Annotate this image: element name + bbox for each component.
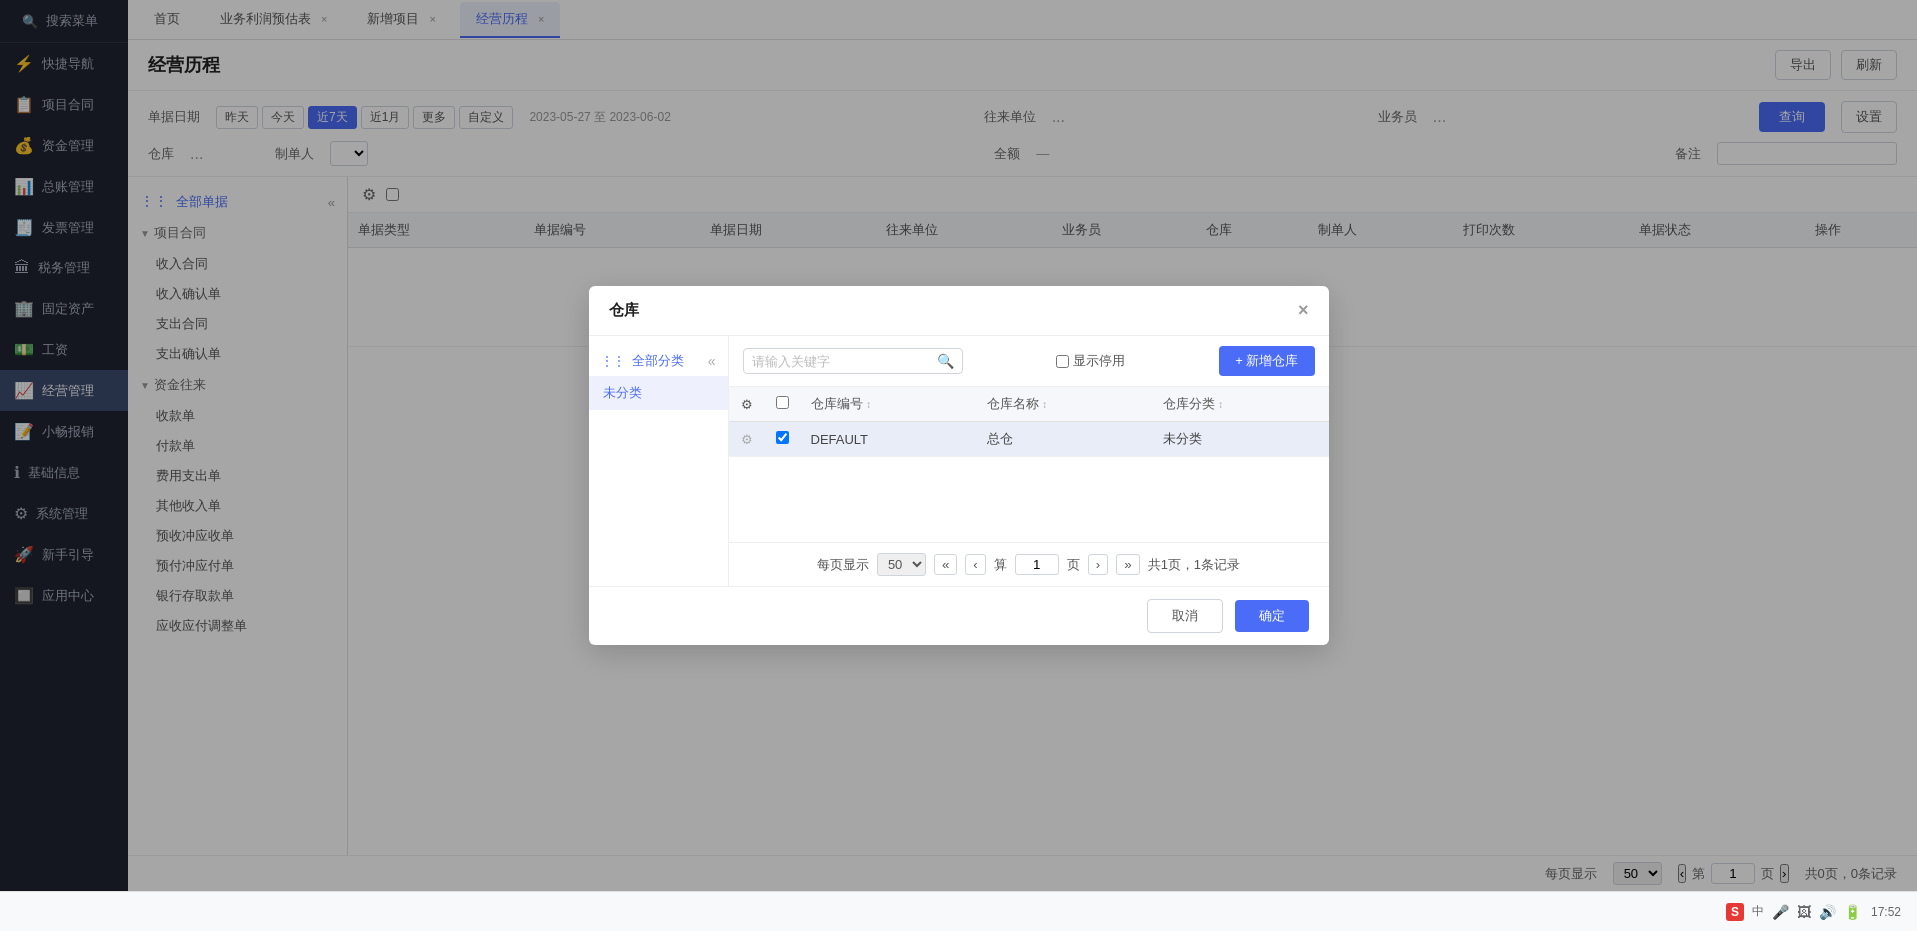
dialog-prev-page[interactable]: ‹ xyxy=(965,554,985,575)
row-select[interactable] xyxy=(776,431,789,444)
taskbar-icon-s: S xyxy=(1726,903,1744,921)
dialog-body: ⋮⋮ 全部分类 « 未分类 🔍 xyxy=(589,336,1329,586)
row-category: 未分类 xyxy=(1153,422,1329,457)
dialog-total-info: 共1页，1条记录 xyxy=(1148,556,1240,574)
dialog-toolbar: 🔍 显示停用 + 新增仓库 xyxy=(729,336,1329,387)
row-name: 总仓 xyxy=(977,422,1153,457)
dialog-warehouse-table: ⚙ 仓库编号 ↕ 仓库名称 ↕ 仓库分类 ↕ ⚙ DEFAU xyxy=(729,387,1329,457)
warehouse-dialog: 仓库 × ⋮⋮ 全部分类 « 未分类 xyxy=(589,286,1329,645)
row-code: DEFAULT xyxy=(801,422,977,457)
dialog-page-suffix: 页 xyxy=(1067,556,1080,574)
dialog-right-panel: 🔍 显示停用 + 新增仓库 ⚙ 仓库编号 ↕ xyxy=(729,336,1329,586)
th-gear: ⚙ xyxy=(729,387,765,422)
show-disabled-checkbox[interactable] xyxy=(1056,355,1069,368)
search-icon: 🔍 xyxy=(937,353,954,369)
dialog-table-header: ⚙ 仓库编号 ↕ 仓库名称 ↕ 仓库分类 ↕ xyxy=(729,387,1329,422)
dialog-overlay: 仓库 × ⋮⋮ 全部分类 « 未分类 xyxy=(0,0,1917,931)
dialog-page-input[interactable] xyxy=(1015,554,1059,575)
taskbar-icon-cn[interactable]: 中 xyxy=(1752,903,1764,920)
dialog-search-box[interactable]: 🔍 xyxy=(743,348,963,374)
dialog-select-all[interactable] xyxy=(776,396,789,409)
dialog-all-category: ⋮⋮ 全部分类 xyxy=(601,352,685,370)
th-category: 仓库分类 ↕ xyxy=(1153,387,1329,422)
dialog-left-scroll: 未分类 xyxy=(589,376,728,576)
dialog-search-input[interactable] xyxy=(752,354,931,369)
taskbar-icon-image: 🖼 xyxy=(1797,904,1811,920)
dialog-page-size[interactable]: 50 xyxy=(877,553,926,576)
taskbar: S 中 🎤 🖼 🔊 🔋 17:52 xyxy=(0,891,1917,931)
dialog-category-uncategorized[interactable]: 未分类 xyxy=(589,376,728,410)
th-code: 仓库编号 ↕ xyxy=(801,387,977,422)
dialog-table-footer: 每页显示 50 « ‹ 算 页 › » 共1页，1条记录 xyxy=(729,542,1329,586)
taskbar-icon-sound: 🔊 xyxy=(1819,904,1836,920)
th-checkbox xyxy=(765,387,801,422)
dialog-cancel-button[interactable]: 取消 xyxy=(1147,599,1223,633)
th-name: 仓库名称 ↕ xyxy=(977,387,1153,422)
dialog-title: 仓库 xyxy=(609,301,639,320)
dialog-next-page[interactable]: › xyxy=(1088,554,1108,575)
taskbar-icons: S 中 🎤 🖼 🔊 🔋 xyxy=(1726,903,1861,921)
taskbar-icon-battery: 🔋 xyxy=(1844,904,1861,920)
dialog-last-page[interactable]: » xyxy=(1116,554,1139,575)
show-disabled-label: 显示停用 xyxy=(1073,352,1125,370)
show-disabled-checkbox-label[interactable]: 显示停用 xyxy=(1056,352,1125,370)
dialog-per-page-label: 每页显示 xyxy=(817,556,869,574)
dialog-close-button[interactable]: × xyxy=(1298,300,1309,321)
add-warehouse-button[interactable]: + 新增仓库 xyxy=(1219,346,1314,376)
dialog-left-header[interactable]: ⋮⋮ 全部分类 « xyxy=(589,346,728,376)
dialog-confirm-button[interactable]: 确定 xyxy=(1235,600,1309,632)
dialog-left-collapse-icon[interactable]: « xyxy=(708,353,716,369)
dialog-page-label: 算 xyxy=(994,556,1007,574)
taskbar-icon-mic: 🎤 xyxy=(1772,904,1789,920)
dialog-header: 仓库 × xyxy=(589,286,1329,336)
dialog-table-row[interactable]: ⚙ DEFAULT 总仓 未分类 xyxy=(729,422,1329,457)
dialog-table-area: ⚙ 仓库编号 ↕ 仓库名称 ↕ 仓库分类 ↕ ⚙ DEFAU xyxy=(729,387,1329,542)
dialog-left-panel: ⋮⋮ 全部分类 « 未分类 xyxy=(589,336,729,586)
taskbar-time: 17:52 xyxy=(1871,905,1901,919)
row-gear: ⚙ xyxy=(729,422,765,457)
row-checkbox xyxy=(765,422,801,457)
dialog-first-page[interactable]: « xyxy=(934,554,957,575)
dialog-action-footer: 取消 确定 xyxy=(589,586,1329,645)
